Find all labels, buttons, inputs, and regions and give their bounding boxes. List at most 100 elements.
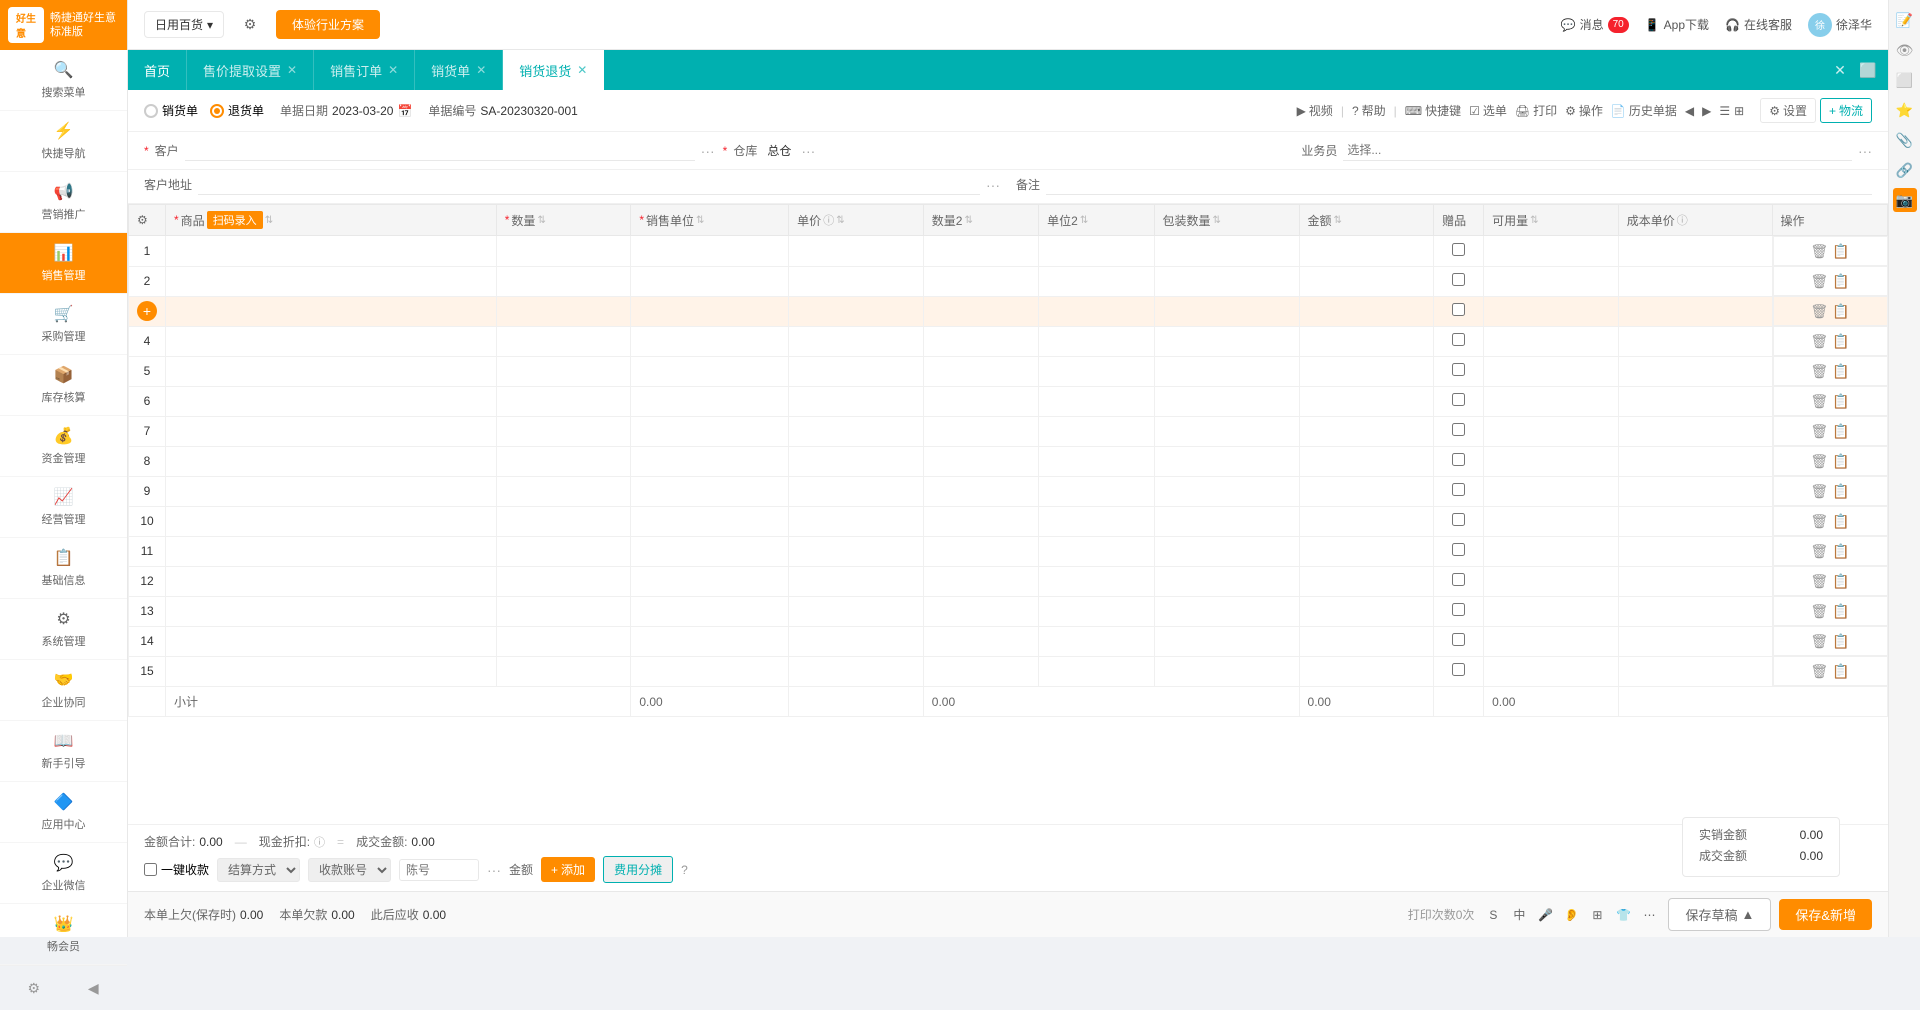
unit-price-cell-3[interactable] (789, 296, 924, 326)
pkg-qty-cell-1[interactable] (1154, 236, 1299, 267)
gift-cell-11[interactable] (1434, 536, 1484, 566)
copy-row-icon-13[interactable]: 📋 (1832, 603, 1849, 620)
sidebar-item-operation[interactable]: 📈 经营管理 (0, 477, 127, 538)
right-panel-square-icon[interactable]: ⬜ (1893, 68, 1917, 92)
sidebar-item-shortcut[interactable]: ⚡ 快捷导航 (0, 111, 127, 172)
qty-cell-11[interactable] (496, 536, 631, 566)
tab-close-sale-delivery[interactable]: ✕ (476, 63, 486, 77)
copy-row-icon-6[interactable]: 📋 (1832, 393, 1849, 410)
copy-row-icon-12[interactable]: 📋 (1832, 573, 1849, 590)
right-panel-eye-icon[interactable]: 👁 (1893, 38, 1917, 62)
unit2-cell-14[interactable] (1039, 626, 1154, 656)
pkg-qty-cell-8[interactable] (1154, 446, 1299, 476)
radio-sale[interactable]: 销货单 (144, 102, 198, 119)
qty2-cell-4[interactable] (923, 326, 1038, 356)
setup-btn[interactable]: ⚙ 设置 (1760, 98, 1816, 123)
cost-price-cell-3[interactable] (1618, 296, 1772, 326)
sale-unit-cell-14[interactable] (631, 626, 789, 656)
pkg-qty-cell-4[interactable] (1154, 326, 1299, 356)
right-panel-note-icon[interactable]: 📝 (1893, 8, 1917, 32)
gift-cell-7[interactable] (1434, 416, 1484, 446)
copy-row-icon-14[interactable]: 📋 (1832, 633, 1849, 650)
sale-unit-cell-1[interactable] (631, 236, 789, 267)
qty2-cell-15[interactable] (923, 656, 1038, 687)
unit-price-cell-12[interactable] (789, 566, 924, 596)
amount-cell-12[interactable] (1299, 566, 1434, 596)
cost-info-icon[interactable]: ⓘ (1677, 212, 1688, 228)
sidebar-item-sales[interactable]: 📊 销售管理 (0, 233, 127, 294)
unit2-cell-2[interactable] (1039, 266, 1154, 296)
unit2-cell-5[interactable] (1039, 356, 1154, 386)
copy-row-icon-7[interactable]: 📋 (1832, 423, 1849, 440)
copy-row-icon-10[interactable]: 📋 (1832, 513, 1849, 530)
amount-cell-11[interactable] (1299, 536, 1434, 566)
tab-close-sale-return[interactable]: ✕ (577, 63, 587, 77)
pkg-qty-cell-15[interactable] (1154, 656, 1299, 687)
gift-checkbox-6[interactable] (1452, 393, 1465, 406)
delete-row-icon-11[interactable]: 🗑 (1810, 543, 1828, 560)
available-cell-14[interactable] (1484, 626, 1619, 656)
list-view-btn[interactable]: ☰ (1719, 104, 1730, 118)
unit-price-cell-7[interactable] (789, 416, 924, 446)
unit2-cell-3[interactable] (1039, 296, 1154, 326)
gift-cell-4[interactable] (1434, 326, 1484, 356)
amount-input[interactable] (399, 859, 479, 881)
sidebar-item-finance[interactable]: 💰 资金管理 (0, 416, 127, 477)
staff-dots-btn[interactable]: ··· (1858, 143, 1872, 159)
unit2-cell-8[interactable] (1039, 446, 1154, 476)
sale-unit-cell-10[interactable] (631, 506, 789, 536)
gift-checkbox-2[interactable] (1452, 273, 1465, 286)
cost-price-cell-10[interactable] (1618, 506, 1772, 536)
onepay-checkbox[interactable]: 一键收款 (144, 861, 209, 878)
pkg-qty-cell-9[interactable] (1154, 476, 1299, 506)
qty2-cell-5[interactable] (923, 356, 1038, 386)
delete-row-icon-13[interactable]: 🗑 (1810, 603, 1828, 620)
qty2-cell-8[interactable] (923, 446, 1038, 476)
copy-row-icon-1[interactable]: 📋 (1832, 243, 1849, 260)
delete-row-icon-1[interactable]: 🗑 (1810, 243, 1828, 260)
address-input[interactable] (198, 174, 980, 195)
add-row-btn[interactable]: + (137, 301, 157, 321)
gift-cell-5[interactable] (1434, 356, 1484, 386)
radio-return[interactable]: 退货单 (210, 102, 264, 119)
ops-btn[interactable]: ⚙操作 (1565, 102, 1603, 119)
unit-price-cell-1[interactable] (789, 236, 924, 267)
sidebar-item-system[interactable]: ⚙ 系统管理 (0, 599, 127, 660)
unit-price-cell-13[interactable] (789, 596, 924, 626)
available-cell-4[interactable] (1484, 326, 1619, 356)
unit-price-cell-8[interactable] (789, 446, 924, 476)
delete-row-icon-10[interactable]: 🗑 (1810, 513, 1828, 530)
sale-unit-cell-11[interactable] (631, 536, 789, 566)
qty2-cell-2[interactable] (923, 266, 1038, 296)
delete-row-icon-4[interactable]: 🗑 (1810, 333, 1828, 350)
print-btn[interactable]: 🖨打印 (1515, 102, 1557, 119)
delete-row-icon-14[interactable]: 🗑 (1810, 633, 1828, 650)
sale-unit-cell-15[interactable] (631, 656, 789, 687)
gift-cell-1[interactable] (1434, 236, 1484, 267)
sale-unit-cell-6[interactable] (631, 386, 789, 416)
cost-price-cell-4[interactable] (1618, 326, 1772, 356)
tool-more-icon[interactable]: ⋯ (1638, 904, 1660, 926)
available-cell-13[interactable] (1484, 596, 1619, 626)
staff-input[interactable] (1343, 140, 1852, 161)
unit-price-cell-2[interactable] (789, 266, 924, 296)
warehouse-dots-btn[interactable]: ··· (801, 143, 815, 159)
amount-cell-3[interactable] (1299, 296, 1434, 326)
help-btn[interactable]: ?帮助 (1352, 102, 1386, 119)
amount-dots[interactable]: ··· (487, 862, 501, 878)
sale-unit-cell-4[interactable] (631, 326, 789, 356)
amount-cell-13[interactable] (1299, 596, 1434, 626)
qty-cell-10[interactable] (496, 506, 631, 536)
copy-row-icon-8[interactable]: 📋 (1832, 453, 1849, 470)
gift-checkbox-14[interactable] (1452, 633, 1465, 646)
amount-cell-10[interactable] (1299, 506, 1434, 536)
logistics-btn[interactable]: + 物流 (1820, 98, 1872, 123)
amount-cell-4[interactable] (1299, 326, 1434, 356)
available-cell-10[interactable] (1484, 506, 1619, 536)
gift-checkbox-8[interactable] (1452, 453, 1465, 466)
gift-checkbox-12[interactable] (1452, 573, 1465, 586)
qty2-cell-7[interactable] (923, 416, 1038, 446)
gift-checkbox-13[interactable] (1452, 603, 1465, 616)
cost-price-cell-11[interactable] (1618, 536, 1772, 566)
delete-row-icon-12[interactable]: 🗑 (1810, 573, 1828, 590)
